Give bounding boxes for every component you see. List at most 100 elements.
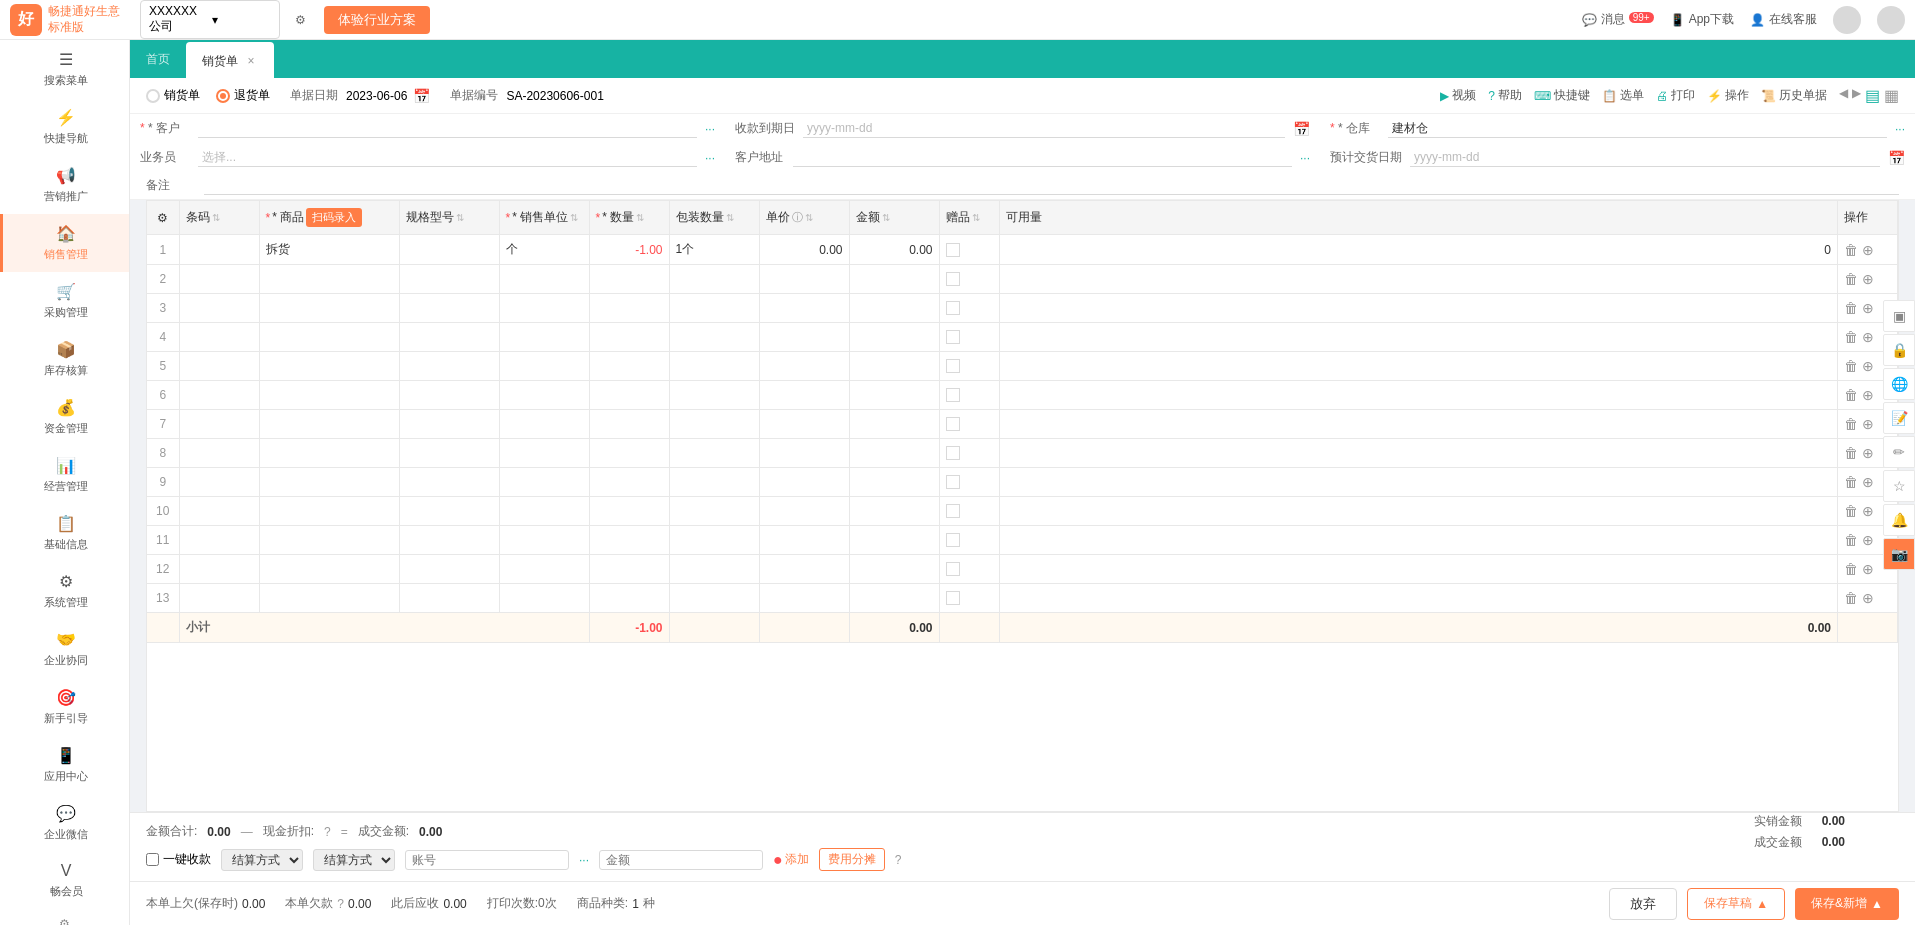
row-gift[interactable] bbox=[939, 235, 999, 265]
payment-amount-input[interactable] bbox=[599, 850, 763, 870]
delete-icon[interactable]: 🗑 bbox=[1844, 300, 1858, 316]
gift-checkbox[interactable] bbox=[946, 243, 960, 257]
settings-icon[interactable]: ⚙ bbox=[286, 6, 314, 34]
account-input[interactable] bbox=[405, 850, 569, 870]
gift-checkbox[interactable] bbox=[946, 562, 960, 576]
gift-checkbox[interactable] bbox=[946, 388, 960, 402]
float-btn-bell[interactable]: 🔔 bbox=[1883, 504, 1915, 536]
copy-icon[interactable]: ⊕ bbox=[1862, 300, 1874, 316]
delete-icon[interactable]: 🗑 bbox=[1844, 590, 1858, 606]
gift-checkbox[interactable] bbox=[946, 446, 960, 460]
sidebar-item-finance[interactable]: 💰 资金管理 bbox=[0, 388, 129, 446]
sidebar-item-marketing[interactable]: 📢 营销推广 bbox=[0, 156, 129, 214]
copy-icon[interactable]: ⊕ bbox=[1862, 474, 1874, 490]
fee-split-btn[interactable]: 费用分摊 bbox=[819, 848, 885, 871]
nav-next-icon[interactable]: ▶ bbox=[1852, 86, 1861, 105]
add-payment-btn[interactable]: ● 添加 bbox=[773, 851, 809, 869]
th-spec[interactable]: 规格型号⇅ bbox=[399, 201, 499, 235]
delete-icon[interactable]: 🗑 bbox=[1844, 271, 1858, 287]
due-date-calendar-icon[interactable]: 📅 bbox=[1293, 121, 1310, 137]
sidebar-item-inventory[interactable]: 📦 库存核算 bbox=[0, 330, 129, 388]
copy-icon[interactable]: ⊕ bbox=[1862, 242, 1874, 258]
delete-icon[interactable]: 🗑 bbox=[1844, 242, 1858, 258]
row-amount[interactable]: 0.00 bbox=[849, 235, 939, 265]
sidebar-settings-btn[interactable]: ⚙ bbox=[0, 909, 129, 925]
copy-icon[interactable]: ⊕ bbox=[1862, 532, 1874, 548]
grid-view-icon[interactable]: ▤ bbox=[1865, 86, 1880, 105]
float-btn-camera[interactable]: 📷 bbox=[1883, 538, 1915, 570]
delete-icon[interactable]: 🗑 bbox=[1844, 387, 1858, 403]
float-btn-note[interactable]: 📝 bbox=[1883, 402, 1915, 434]
customer-addr-input[interactable] bbox=[793, 148, 1292, 167]
nav-prev-icon[interactable]: ◀ bbox=[1839, 86, 1848, 105]
delete-icon[interactable]: 🗑 bbox=[1844, 416, 1858, 432]
due-date-input[interactable] bbox=[803, 119, 1285, 138]
message-button[interactable]: 💬 消息 99+ bbox=[1582, 11, 1654, 28]
row-unit[interactable]: 个 bbox=[499, 235, 589, 265]
payment-method-select[interactable]: 结算方式 bbox=[221, 849, 303, 871]
cash-discount-help-icon[interactable]: ? bbox=[324, 825, 331, 839]
print-btn[interactable]: 🖨 打印 bbox=[1656, 87, 1695, 104]
warehouse-input[interactable] bbox=[1388, 119, 1887, 138]
try-button[interactable]: 体验行业方案 bbox=[324, 6, 430, 34]
gift-checkbox[interactable] bbox=[946, 591, 960, 605]
expected-date-input[interactable] bbox=[1410, 148, 1880, 167]
sidebar-item-wechat[interactable]: 💬 企业微信 bbox=[0, 794, 129, 852]
row-spec[interactable] bbox=[399, 235, 499, 265]
copy-icon[interactable]: ⊕ bbox=[1862, 503, 1874, 519]
tab-close-icon[interactable]: × bbox=[244, 54, 258, 68]
avatar[interactable] bbox=[1833, 6, 1861, 34]
gift-checkbox[interactable] bbox=[946, 475, 960, 489]
scan-btn[interactable]: 扫码录入 bbox=[306, 208, 362, 227]
gift-checkbox[interactable] bbox=[946, 359, 960, 373]
th-barcode[interactable]: 条码⇅ bbox=[179, 201, 259, 235]
float-btn-edit[interactable]: ✏ bbox=[1883, 436, 1915, 468]
float-btn-globe[interactable]: 🌐 bbox=[1883, 368, 1915, 400]
gift-checkbox[interactable] bbox=[946, 272, 960, 286]
copy-icon[interactable]: ⊕ bbox=[1862, 590, 1874, 606]
row-qty[interactable]: -1.00 bbox=[589, 235, 669, 265]
th-qty[interactable]: ** 数量⇅ bbox=[589, 201, 669, 235]
delete-icon[interactable]: 🗑 bbox=[1844, 358, 1858, 374]
expected-date-calendar-icon[interactable]: 📅 bbox=[1888, 150, 1905, 166]
sidebar-item-guide[interactable]: 🎯 新手引导 bbox=[0, 678, 129, 736]
gift-checkbox[interactable] bbox=[946, 330, 960, 344]
tab-home[interactable]: 首页 bbox=[130, 40, 186, 78]
copy-icon[interactable]: ⊕ bbox=[1862, 416, 1874, 432]
radio-return-order[interactable]: 退货单 bbox=[216, 87, 270, 104]
discard-button[interactable]: 放弃 bbox=[1609, 888, 1677, 920]
gift-checkbox[interactable] bbox=[946, 417, 960, 431]
row-barcode[interactable] bbox=[179, 235, 259, 265]
copy-icon[interactable]: ⊕ bbox=[1862, 358, 1874, 374]
sidebar-item-quicknav[interactable]: ⚡ 快捷导航 bbox=[0, 98, 129, 156]
row-product[interactable]: 拆货 bbox=[259, 235, 399, 265]
copy-icon[interactable]: ⊕ bbox=[1862, 329, 1874, 345]
copy-icon[interactable]: ⊕ bbox=[1862, 445, 1874, 461]
copy-icon[interactable]: ⊕ bbox=[1862, 271, 1874, 287]
detail-view-icon[interactable]: ▦ bbox=[1884, 86, 1899, 105]
th-unit[interactable]: ** 销售单位⇅ bbox=[499, 201, 589, 235]
gift-checkbox[interactable] bbox=[946, 301, 960, 315]
save-new-button[interactable]: 保存&新增 ▲ bbox=[1795, 888, 1899, 920]
company-selector[interactable]: XXXXXX公司 ▾ bbox=[140, 0, 280, 39]
delete-icon[interactable]: 🗑 bbox=[1844, 474, 1858, 490]
customer-input[interactable] bbox=[198, 119, 697, 138]
th-price[interactable]: 单价ⓘ⇅ bbox=[759, 201, 849, 235]
delete-icon[interactable]: 🗑 bbox=[1844, 503, 1858, 519]
th-pkg-qty[interactable]: 包装数量⇅ bbox=[669, 201, 759, 235]
salesperson-input[interactable] bbox=[198, 148, 697, 167]
payment-calc-select[interactable]: 结算方式 bbox=[313, 849, 395, 871]
th-settings[interactable]: ⚙ bbox=[147, 201, 179, 235]
radio-sale-order[interactable]: 销货单 bbox=[146, 87, 200, 104]
warehouse-select-icon[interactable]: ··· bbox=[1895, 122, 1905, 136]
sidebar-item-basic[interactable]: 📋 基础信息 bbox=[0, 504, 129, 562]
video-btn[interactable]: ▶ 视频 bbox=[1440, 87, 1476, 104]
delete-icon[interactable]: 🗑 bbox=[1844, 329, 1858, 345]
fee-help-icon[interactable]: ? bbox=[895, 853, 902, 867]
sidebar-item-apps[interactable]: 📱 应用中心 bbox=[0, 736, 129, 794]
salesperson-select-icon[interactable]: ··· bbox=[705, 151, 715, 165]
remark-input[interactable] bbox=[204, 176, 1899, 195]
sidebar-item-operation[interactable]: 📊 经营管理 bbox=[0, 446, 129, 504]
float-btn-layout[interactable]: ▣ bbox=[1883, 300, 1915, 332]
float-btn-lock[interactable]: 🔒 bbox=[1883, 334, 1915, 366]
